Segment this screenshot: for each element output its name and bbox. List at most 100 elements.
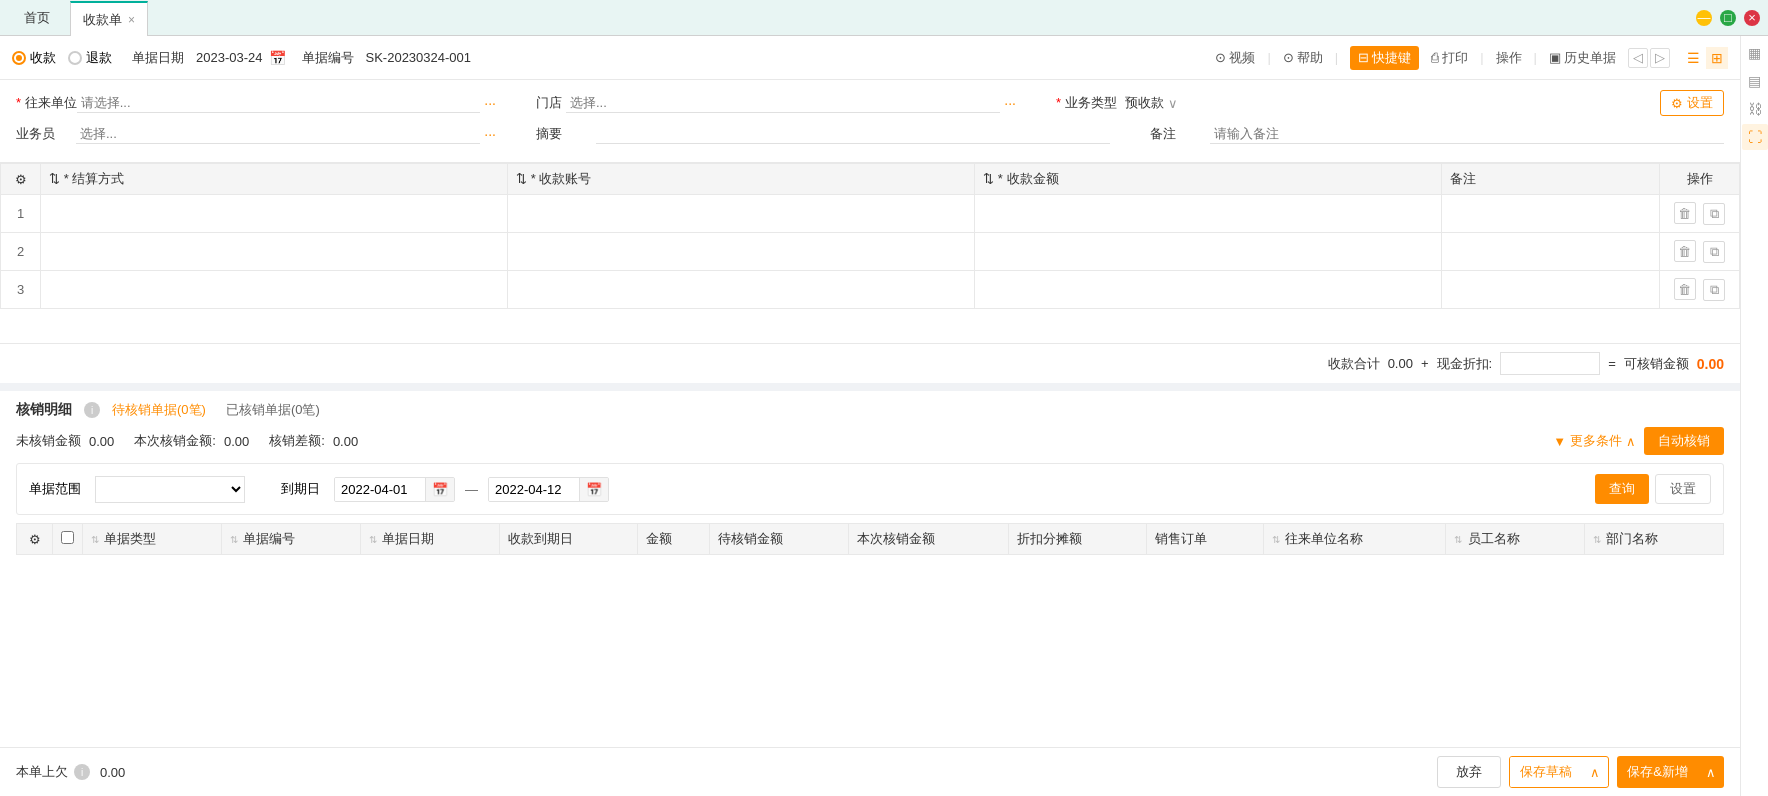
bt-checkbox-all[interactable] bbox=[61, 531, 74, 544]
radio-refund[interactable]: 退款 bbox=[68, 49, 112, 67]
summary-input[interactable] bbox=[596, 124, 1110, 144]
per-label: 本单上欠 bbox=[16, 763, 68, 781]
sidebar-link-icon[interactable]: ⛓ bbox=[1742, 96, 1768, 122]
store-more-btn[interactable]: ··· bbox=[1004, 95, 1016, 111]
history-label: 历史单据 bbox=[1564, 49, 1616, 67]
row-1-copy-icon[interactable]: ⧉ bbox=[1703, 203, 1725, 225]
row-2-delete-icon[interactable]: 🗑 bbox=[1674, 240, 1696, 262]
done-tab[interactable]: 已核销单据(0笔) bbox=[226, 401, 320, 419]
list-view-icon[interactable]: ☰ bbox=[1682, 47, 1704, 69]
bt-pending-th: 待核销金额 bbox=[710, 524, 848, 555]
grid-view-icon[interactable]: ⊞ bbox=[1706, 47, 1728, 69]
counterpart-more-btn[interactable]: ··· bbox=[484, 95, 496, 111]
radio-refund-label: 退款 bbox=[86, 49, 112, 67]
prev-arrow[interactable]: ◁ bbox=[1628, 48, 1648, 68]
remark-input[interactable] bbox=[1210, 124, 1724, 144]
row-2-copy-icon[interactable]: ⧉ bbox=[1703, 241, 1725, 263]
shortcut-btn[interactable]: ⊟ 快捷键 bbox=[1350, 46, 1419, 70]
per-stat: 本单上欠 i 0.00 bbox=[16, 763, 125, 781]
counterpart-input[interactable] bbox=[77, 93, 481, 113]
calendar-icon[interactable]: 📅 bbox=[269, 50, 286, 66]
current-label: 本次核销金额: bbox=[134, 432, 216, 450]
doc-range-select[interactable] bbox=[95, 476, 245, 503]
next-arrow[interactable]: ▷ bbox=[1650, 48, 1670, 68]
more-conditions-label: 更多条件 bbox=[1570, 432, 1622, 450]
data-table: ⚙ ⇅ * 结算方式 ⇅ * 收款账号 ⇅ * 收款金额 bbox=[0, 163, 1740, 309]
unchecked-value: 0.00 bbox=[89, 434, 114, 449]
row-3-delete-icon[interactable]: 🗑 bbox=[1674, 278, 1696, 300]
diff-label: 核销差额: bbox=[269, 432, 325, 450]
save-new-button[interactable]: 保存&新增 bbox=[1617, 757, 1698, 787]
history-btn[interactable]: ▣ 历史单据 bbox=[1549, 49, 1616, 67]
row-3-settlement[interactable] bbox=[41, 271, 508, 309]
staff-input[interactable] bbox=[76, 124, 480, 144]
row-3-amount[interactable] bbox=[975, 271, 1442, 309]
save-draft-button[interactable]: 保存草稿 bbox=[1510, 757, 1582, 787]
doc-date-value: 2023-03-24 bbox=[196, 50, 263, 65]
sidebar-expand-icon[interactable]: ⛶ bbox=[1742, 124, 1768, 150]
row-1-remark[interactable] bbox=[1442, 195, 1660, 233]
operation-btn[interactable]: 操作 bbox=[1496, 49, 1522, 67]
sidebar-list-icon[interactable]: ▤ bbox=[1742, 68, 1768, 94]
row-2-remark[interactable] bbox=[1442, 233, 1660, 271]
radio-collection[interactable]: 收款 bbox=[12, 49, 56, 67]
table-row: 1 🗑 ⧉ bbox=[1, 195, 1740, 233]
row-1-actions: 🗑 ⧉ bbox=[1660, 195, 1740, 233]
row-1-delete-icon[interactable]: 🗑 bbox=[1674, 202, 1696, 224]
cal-end-icon[interactable]: 📅 bbox=[579, 478, 608, 501]
close-button[interactable]: × bbox=[1744, 10, 1760, 26]
store-input[interactable] bbox=[566, 93, 1000, 113]
tab-home[interactable]: 首页 bbox=[8, 0, 66, 35]
row-1-settlement[interactable] bbox=[41, 195, 508, 233]
info-icon[interactable]: i bbox=[84, 402, 100, 418]
due-date-end-input[interactable] bbox=[489, 478, 579, 501]
abandon-button[interactable]: 放弃 bbox=[1437, 756, 1501, 788]
right-sidebar: ▦ ▤ ⛓ ⛶ bbox=[1740, 36, 1768, 796]
bt-gear-icon: ⚙ bbox=[29, 532, 41, 547]
help-btn[interactable]: ⊙ 帮助 bbox=[1283, 49, 1323, 67]
help-label: 帮助 bbox=[1297, 49, 1323, 67]
tab-collection[interactable]: 收款单 × bbox=[70, 1, 148, 36]
row-3-remark[interactable] bbox=[1442, 271, 1660, 309]
dropdown-arrow-icon[interactable]: ∨ bbox=[1168, 96, 1178, 111]
staff-more-btn[interactable]: ··· bbox=[484, 126, 496, 142]
settings-button[interactable]: ⚙ 设置 bbox=[1660, 90, 1724, 116]
per-info-icon[interactable]: i bbox=[74, 764, 90, 780]
row-2-amount[interactable] bbox=[975, 233, 1442, 271]
doc-no-field: 单据编号 SK-20230324-001 bbox=[302, 49, 472, 67]
due-date-start-input[interactable] bbox=[335, 478, 425, 501]
minimize-button[interactable]: — bbox=[1696, 10, 1712, 26]
verify-title: 核销明细 bbox=[16, 401, 72, 419]
save-new-arrow-btn[interactable]: ∧ bbox=[1698, 759, 1724, 786]
row-1-amount[interactable] bbox=[975, 195, 1442, 233]
more-conditions-btn[interactable]: ▼ 更多条件 ∧ bbox=[1553, 432, 1636, 450]
gear-th[interactable]: ⚙ bbox=[1, 164, 41, 195]
radio-dot-refund bbox=[68, 51, 82, 65]
discount-input[interactable] bbox=[1500, 352, 1600, 375]
video-btn[interactable]: ⊙ 视频 bbox=[1215, 49, 1255, 67]
toolbar: 收款 退款 单据日期 2023-03-24 📅 单据编号 SK-20230324… bbox=[0, 36, 1740, 80]
row-2-account[interactable] bbox=[508, 233, 975, 271]
date-separator: — bbox=[461, 482, 482, 497]
maximize-button[interactable]: □ bbox=[1720, 10, 1736, 26]
row-3-copy-icon[interactable]: ⧉ bbox=[1703, 279, 1725, 301]
tab-close-icon[interactable]: × bbox=[128, 13, 135, 27]
bt-checkbox-th bbox=[53, 524, 83, 555]
sep4: | bbox=[1534, 50, 1537, 65]
tab-bar: 首页 收款单 × — □ × bbox=[0, 0, 1768, 36]
print-btn[interactable]: ⎙ 打印 bbox=[1431, 49, 1468, 67]
verify-settings-button[interactable]: 设置 bbox=[1655, 474, 1711, 504]
verify-top-row: 核销明细 i 待核销单据(0笔) 已核销单据(0笔) bbox=[16, 401, 1724, 427]
save-draft-arrow-btn[interactable]: ∧ bbox=[1582, 759, 1608, 786]
sidebar-table-icon[interactable]: ▦ bbox=[1742, 40, 1768, 66]
cal-start-icon[interactable]: 📅 bbox=[425, 478, 454, 501]
bt-gear-th[interactable]: ⚙ bbox=[17, 524, 53, 555]
query-button[interactable]: 查询 bbox=[1595, 474, 1649, 504]
row-2-settlement[interactable] bbox=[41, 233, 508, 271]
row-1-account[interactable] bbox=[508, 195, 975, 233]
auto-verify-button[interactable]: 自动核销 bbox=[1644, 427, 1724, 455]
pending-tab[interactable]: 待核销单据(0笔) bbox=[112, 401, 206, 419]
col-amount-th: ⇅ * 收款金额 bbox=[975, 164, 1442, 195]
row-3-account[interactable] bbox=[508, 271, 975, 309]
col-action-label: 操作 bbox=[1687, 171, 1713, 186]
